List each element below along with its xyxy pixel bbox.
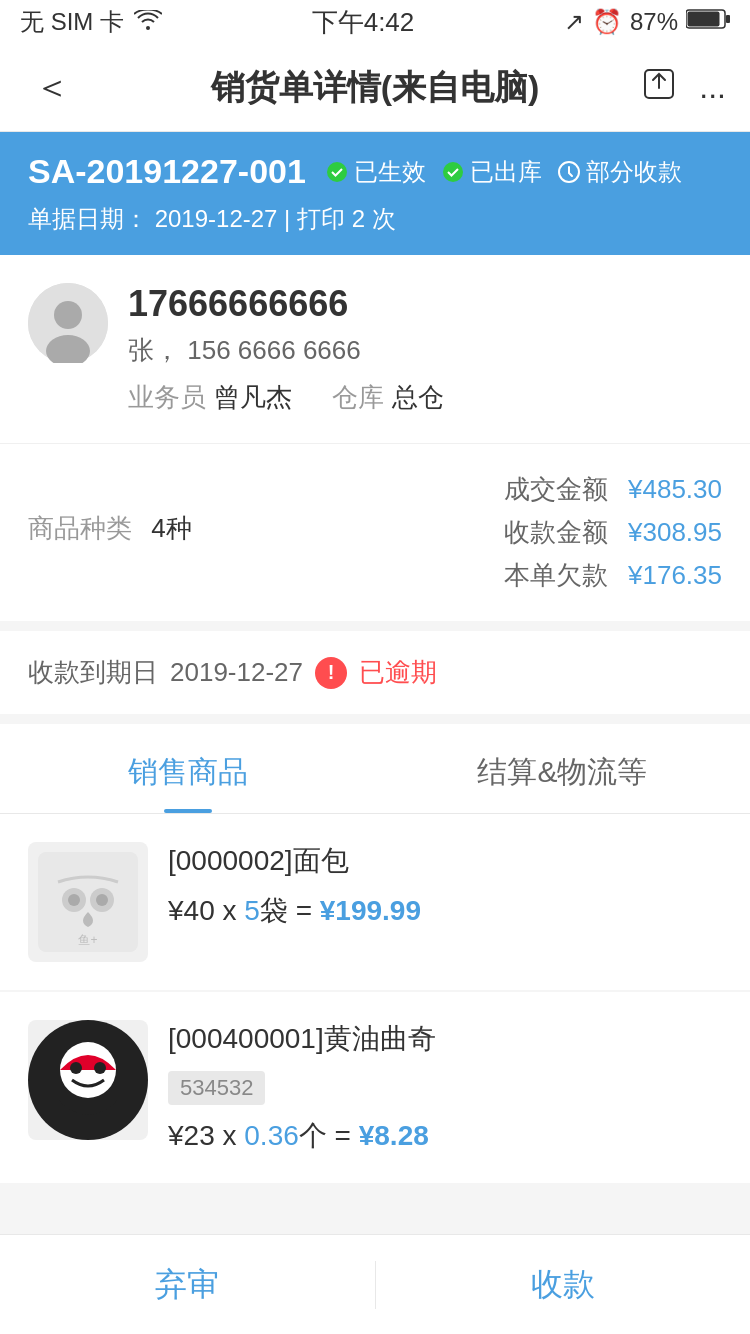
- carrier-text: 无 SIM 卡: [20, 6, 124, 38]
- product-thumbnail-2: [28, 1020, 148, 1140]
- battery-icon: [686, 8, 730, 36]
- received-amount: 收款金额 ¥308.95: [504, 515, 722, 550]
- due-date: 2019-12-27: [170, 657, 303, 688]
- deal-amount: 成交金额 ¥485.30: [504, 472, 722, 507]
- location-icon: ↗: [564, 8, 584, 36]
- nav-actions: ...: [643, 68, 726, 108]
- customer-info: 17666666666 张， 156 6666 6666 业务员 曾凡杰 仓库 …: [128, 283, 722, 415]
- svg-rect-1: [726, 15, 730, 23]
- stats-section: 商品种类 4种 成交金额 ¥485.30 收款金额 ¥308.95 本单欠款 ¥…: [0, 444, 750, 631]
- status-bar: 无 SIM 卡 下午4:42 ↗ ⏰ 87%: [0, 0, 750, 44]
- alarm-icon: ⏰: [592, 8, 622, 36]
- order-number: SA-20191227-001: [28, 152, 306, 191]
- status-time: 下午4:42: [312, 5, 415, 40]
- product-type-row: 商品种类 4种: [28, 511, 504, 546]
- svg-point-19: [94, 1062, 106, 1074]
- product-details-1: [0000002]面包 ¥40 x 5袋 = ¥199.99: [168, 842, 722, 930]
- back-button[interactable]: ＜: [24, 53, 80, 122]
- sales-info: 业务员 曾凡杰: [128, 380, 292, 415]
- list-item: [000400001]黄油曲奇 534532 ¥23 x 0.36个 = ¥8.…: [0, 992, 750, 1183]
- customer-id: 17666666666: [128, 283, 722, 325]
- share-button[interactable]: [643, 68, 675, 108]
- overdue-icon: !: [315, 657, 347, 689]
- cancel-button[interactable]: 弃审: [0, 1243, 375, 1327]
- product-price-1: ¥40 x 5袋 = ¥199.99: [168, 892, 722, 930]
- svg-point-8: [54, 301, 82, 329]
- overdue-text: 已逾期: [359, 655, 437, 690]
- customer-section: 17666666666 张， 156 6666 6666 业务员 曾凡杰 仓库 …: [0, 255, 750, 444]
- product-details-2: [000400001]黄油曲奇 534532 ¥23 x 0.36个 = ¥8.…: [168, 1020, 722, 1155]
- due-label: 收款到期日: [28, 655, 158, 690]
- confirm-button[interactable]: 收款: [376, 1243, 751, 1327]
- product-badge-2: 534532: [168, 1071, 265, 1105]
- svg-point-13: [68, 894, 80, 906]
- owed-amount: 本单欠款 ¥176.35: [504, 558, 722, 593]
- tab-products[interactable]: 销售商品: [0, 724, 375, 813]
- svg-point-4: [327, 162, 347, 182]
- product-price-2: ¥23 x 0.36个 = ¥8.28: [168, 1117, 722, 1155]
- product-thumbnail-1: 鱼+: [28, 842, 148, 962]
- warehouse-info: 仓库 总仓: [332, 380, 444, 415]
- bottom-bar: 弃审 收款: [0, 1234, 750, 1334]
- more-button[interactable]: ...: [699, 69, 726, 106]
- wifi-icon: [134, 8, 162, 36]
- customer-phone: 张， 156 6666 6666: [128, 333, 722, 368]
- status-partial: 部分收款: [558, 156, 682, 188]
- stats-right: 成交金额 ¥485.30 收款金额 ¥308.95 本单欠款 ¥176.35: [504, 472, 722, 593]
- page-title: 销货单详情(来自电脑): [211, 65, 540, 111]
- order-meta: 单据日期： 2019-12-27 | 打印 2 次: [28, 203, 722, 235]
- avatar: [28, 283, 108, 363]
- tabs: 销售商品 结算&物流等: [0, 724, 750, 814]
- battery-text: 87%: [630, 8, 678, 36]
- svg-text:鱼+: 鱼+: [78, 933, 97, 947]
- tab-settlement[interactable]: 结算&物流等: [375, 724, 750, 813]
- status-badges: 已生效 已出库 部分收款: [326, 156, 682, 188]
- product-name-2: [000400001]黄油曲奇: [168, 1020, 722, 1058]
- nav-bar: ＜ 销货单详情(来自电脑) ...: [0, 44, 750, 132]
- customer-meta: 业务员 曾凡杰 仓库 总仓: [128, 380, 722, 415]
- list-item: 鱼+ [0000002]面包 ¥40 x 5袋 = ¥199.99: [0, 814, 750, 990]
- status-right: ↗ ⏰ 87%: [564, 8, 730, 36]
- stats-left: 商品种类 4种: [28, 472, 504, 593]
- status-shipped: 已出库: [442, 156, 542, 188]
- status-active: 已生效: [326, 156, 426, 188]
- product-name-1: [0000002]面包: [168, 842, 722, 880]
- status-left: 无 SIM 卡: [20, 6, 162, 38]
- due-section: 收款到期日 2019-12-27 ! 已逾期: [0, 631, 750, 724]
- svg-point-5: [443, 162, 463, 182]
- svg-rect-2: [687, 12, 719, 27]
- order-header: SA-20191227-001 已生效 已出库 部分收款 单据日期： 2019-…: [0, 132, 750, 255]
- svg-point-14: [96, 894, 108, 906]
- svg-point-18: [70, 1062, 82, 1074]
- product-list: 鱼+ [0000002]面包 ¥40 x 5袋 = ¥199.99: [0, 814, 750, 1183]
